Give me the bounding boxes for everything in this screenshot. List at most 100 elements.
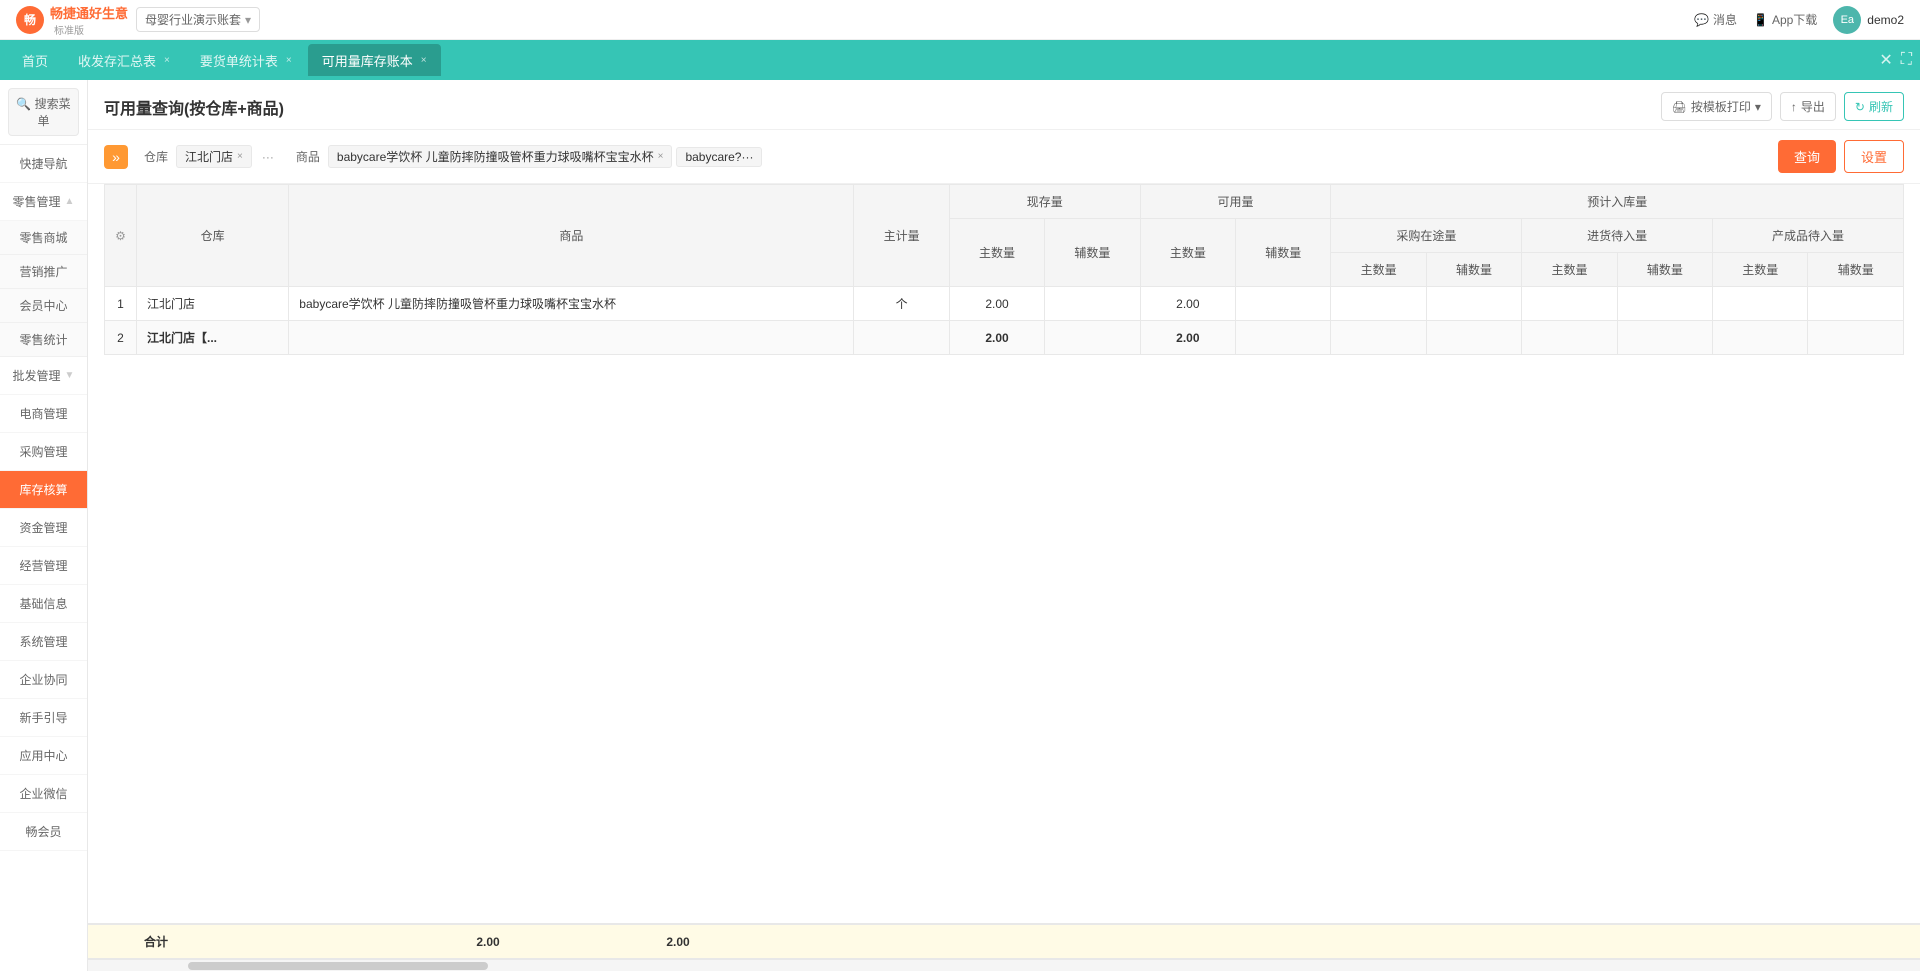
td-unit xyxy=(854,321,949,355)
sidebar-item-enterprise-wechat[interactable]: 企业微信 xyxy=(0,775,87,813)
td-unit: 个 xyxy=(854,287,949,321)
td-incoming-main xyxy=(1522,321,1617,355)
td-available-main: 2.00 xyxy=(1140,321,1235,355)
tag-close-icon[interactable]: × xyxy=(237,151,243,162)
close-window-icon[interactable]: ✕ xyxy=(1879,50,1892,70)
th-incoming-pending: 进货待入量 xyxy=(1522,219,1713,253)
th-finished-main: 主数量 xyxy=(1713,253,1808,287)
product-tags: babycare学饮杯 儿童防摔防撞吸管杯重力球吸嘴杯宝宝水杯 × babyca… xyxy=(328,145,763,168)
app-logo: 畅 xyxy=(16,6,44,34)
th-available-qty: 可用量 xyxy=(1140,185,1331,219)
tab-available-inventory[interactable]: 可用量库存账本 × xyxy=(308,44,441,76)
td-available-main: 2.00 xyxy=(1140,287,1235,321)
product-tag-1[interactable]: babycare学饮杯 儿童防摔防撞吸管杯重力球吸嘴杯宝宝水杯 × xyxy=(328,145,673,168)
warehouse-filter-group: 仓库 江北门店 × ··· xyxy=(144,145,280,168)
refresh-btn[interactable]: ↻ 刷新 xyxy=(1844,92,1904,121)
td-finished-main xyxy=(1713,287,1808,321)
td-product: babycare学饮杯 儿童防摔防撞吸管杯重力球吸嘴杯宝宝水杯 xyxy=(289,287,854,321)
th-stock-qty: 现存量 xyxy=(949,185,1140,219)
app-download-action[interactable]: 📱 App下载 xyxy=(1753,11,1817,28)
main-layout: 🔍 搜索菜单 快捷导航 零售管理 ▲ 零售商城 营销推广 会员中心 零售统计 批… xyxy=(0,80,1920,971)
footer-stock-main: 2.00 xyxy=(448,935,528,949)
td-num: 1 xyxy=(105,287,137,321)
sidebar-item-beginner-guide[interactable]: 新手引导 xyxy=(0,699,87,737)
th-pur-transit: 采购在途量 xyxy=(1331,219,1522,253)
scroll-thumb[interactable] xyxy=(188,962,488,970)
tab-close-icon[interactable]: × xyxy=(164,55,170,66)
query-btn[interactable]: 查询 xyxy=(1778,140,1836,173)
chevron-down-icon: ▾ xyxy=(245,13,251,27)
table-footer: 合计 2.00 2.00 xyxy=(88,923,1920,959)
inventory-table: ⚙ 仓库 商品 主计量 现存量 xyxy=(104,184,1904,355)
td-warehouse: 江北门店 xyxy=(137,287,289,321)
username: demo2 xyxy=(1867,13,1904,27)
product-tag-2[interactable]: babycare?··· xyxy=(676,147,762,167)
table-row: 2 江北门店【... 2.00 2.00 xyxy=(105,321,1904,355)
td-pur-transit-main xyxy=(1331,321,1426,355)
sidebar-item-basic-info[interactable]: 基础信息 xyxy=(0,585,87,623)
td-incoming-aux xyxy=(1617,321,1712,355)
sidebar-item-finance[interactable]: 资金管理 xyxy=(0,509,87,547)
avatar: Ea xyxy=(1833,6,1861,34)
message-action[interactable]: 💬 消息 xyxy=(1694,11,1737,28)
gear-icon[interactable]: ⚙ xyxy=(115,229,126,243)
tab-close-icon[interactable]: × xyxy=(286,55,292,66)
footer-label: 合计 xyxy=(144,933,168,950)
nav-tabs: 首页 收发存汇总表 × 要货单统计表 × 可用量库存账本 × ✕ ⛶ xyxy=(0,40,1920,80)
sidebar-item-chang-member[interactable]: 畅会员 xyxy=(0,813,87,851)
product-filter-group: 商品 babycare学饮杯 儿童防摔防撞吸管杯重力球吸嘴杯宝宝水杯 × bab… xyxy=(296,145,763,168)
sidebar-item-operations[interactable]: 经营管理 xyxy=(0,547,87,585)
filter-toggle-btn[interactable]: » xyxy=(104,145,128,169)
th-incoming-aux: 辅数量 xyxy=(1617,253,1712,287)
td-finished-aux xyxy=(1808,287,1904,321)
warehouse-more-icon[interactable]: ··· xyxy=(256,148,280,166)
warehouse-tag[interactable]: 江北门店 × xyxy=(176,145,252,168)
maximize-icon[interactable]: ⛶ xyxy=(1901,51,1912,69)
td-finished-main xyxy=(1713,321,1808,355)
search-icon: 🔍 xyxy=(16,97,31,111)
export-btn[interactable]: ↑ 导出 xyxy=(1780,92,1836,121)
sidebar-item-inventory[interactable]: 库存核算 xyxy=(0,471,87,509)
top-bar: 畅 畅捷通好生意 标准版 母婴行业演示账套 ▾ 💬 消息 📱 App下载 Ea … xyxy=(0,0,1920,40)
edition-badge: 标准版 xyxy=(54,22,128,37)
sidebar-item-retail-stat[interactable]: 零售统计 xyxy=(0,323,87,357)
td-stock-main: 2.00 xyxy=(949,321,1044,355)
warehouse-tags: 江北门店 × ··· xyxy=(176,145,280,168)
page-header: 可用量查询(按仓库+商品) 🖨 按模板打印 ▾ ↑ 导出 ↻ 刷新 xyxy=(88,80,1920,130)
sidebar-item-purchase-mgmt[interactable]: 采购管理 xyxy=(0,433,87,471)
sidebar-item-retail-mgmt[interactable]: 零售管理 ▲ xyxy=(0,183,87,221)
th-product: 商品 xyxy=(289,185,854,287)
brand-name: 畅捷通好生意 xyxy=(50,3,128,22)
print-btn[interactable]: 🖨 按模板打印 ▾ xyxy=(1661,92,1772,121)
td-stock-aux xyxy=(1045,321,1140,355)
search-menu-btn[interactable]: 🔍 搜索菜单 xyxy=(8,88,79,136)
tab-home[interactable]: 首页 xyxy=(8,44,62,76)
sidebar-item-quick-nav[interactable]: 快捷导航 xyxy=(0,145,87,183)
sidebar-item-ecommerce[interactable]: 电商管理 xyxy=(0,395,87,433)
sidebar-item-app-center[interactable]: 应用中心 xyxy=(0,737,87,775)
tag-close-icon[interactable]: × xyxy=(658,151,664,162)
sidebar-item-retail-mall[interactable]: 零售商城 xyxy=(0,221,87,255)
nav-right-icons: ✕ ⛶ xyxy=(1879,50,1912,70)
sidebar: 🔍 搜索菜单 快捷导航 零售管理 ▲ 零售商城 营销推广 会员中心 零售统计 批… xyxy=(0,80,88,971)
sidebar-item-enterprise-collab[interactable]: 企业协同 xyxy=(0,661,87,699)
phone-icon: 📱 xyxy=(1753,13,1768,27)
tab-requisition-stat[interactable]: 要货单统计表 × xyxy=(186,44,306,76)
sidebar-item-wholesale-mgmt[interactable]: 批发管理 ▼ xyxy=(0,357,87,395)
sidebar-item-marketing[interactable]: 营销推广 xyxy=(0,255,87,289)
horizontal-scrollbar[interactable] xyxy=(88,959,1920,971)
tab-receive-send-summary[interactable]: 收发存汇总表 × xyxy=(64,44,184,76)
td-pur-transit-main xyxy=(1331,287,1426,321)
sidebar-item-system-mgmt[interactable]: 系统管理 xyxy=(0,623,87,661)
store-selector[interactable]: 母婴行业演示账套 ▾ xyxy=(136,7,260,32)
tab-close-icon[interactable]: × xyxy=(421,55,427,66)
table-container: ⚙ 仓库 商品 主计量 现存量 xyxy=(88,184,1920,923)
settings-btn[interactable]: 设置 xyxy=(1844,140,1904,173)
refresh-icon: ↻ xyxy=(1855,100,1865,114)
top-bar-right: 💬 消息 📱 App下载 Ea demo2 xyxy=(1694,6,1904,34)
td-pur-transit-aux xyxy=(1426,321,1521,355)
sidebar-item-member-center[interactable]: 会员中心 xyxy=(0,289,87,323)
th-available-main: 主数量 xyxy=(1140,219,1235,287)
td-available-aux xyxy=(1236,321,1331,355)
td-incoming-main xyxy=(1522,287,1617,321)
